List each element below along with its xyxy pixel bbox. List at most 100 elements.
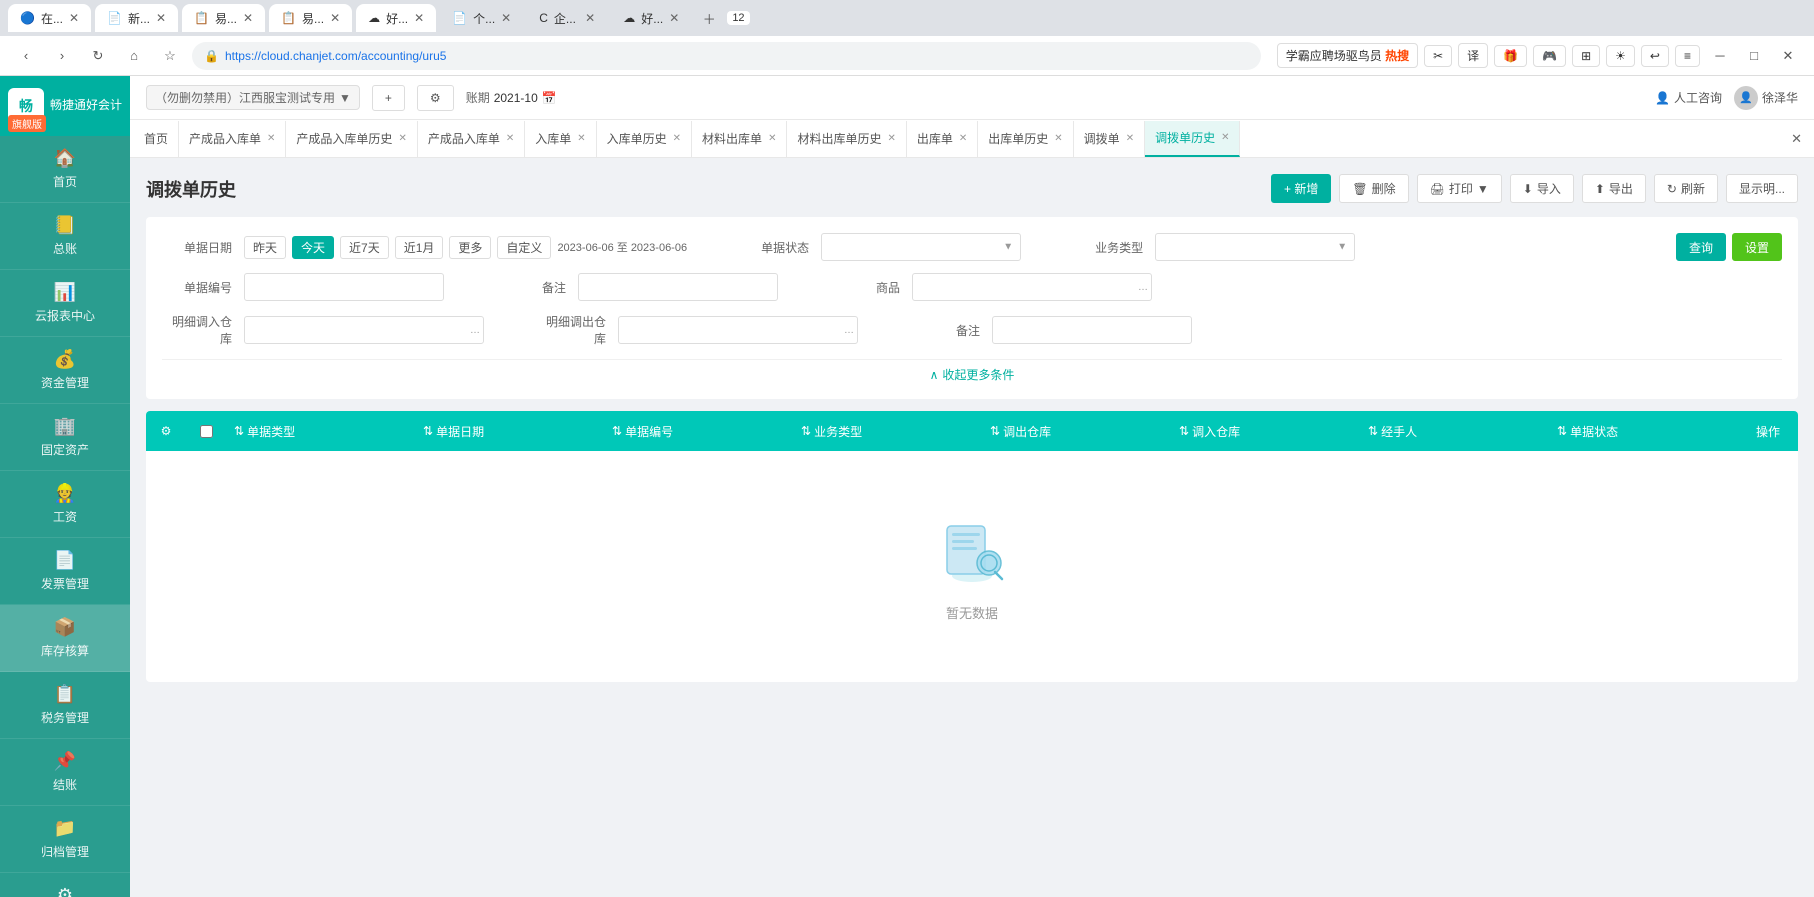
tab-close[interactable]: ✕ bbox=[501, 11, 511, 25]
browser-tab-2[interactable]: 📄 新... ✕ bbox=[95, 4, 178, 32]
grid-icon[interactable]: ⊞ bbox=[1572, 45, 1600, 67]
page-tab-9-close[interactable]: ✕ bbox=[1054, 133, 1062, 144]
page-tab-9[interactable]: 出库单历史 ✕ bbox=[978, 121, 1073, 157]
page-tab-4-close[interactable]: ✕ bbox=[577, 133, 585, 144]
tab-close[interactable]: ✕ bbox=[156, 11, 166, 25]
sidebar-item-archive[interactable]: 📁 归档管理 bbox=[0, 806, 130, 873]
detail-in-input[interactable] bbox=[244, 316, 484, 344]
tab-count-badge[interactable]: 12 bbox=[727, 11, 749, 25]
close-button[interactable]: ✕ bbox=[1774, 42, 1802, 70]
tab-close[interactable]: ✕ bbox=[330, 11, 340, 25]
import-button[interactable]: ⬇ 导入 bbox=[1510, 174, 1574, 203]
table-checkbox-all[interactable] bbox=[186, 425, 226, 438]
sidebar-item-ledger[interactable]: 📒 总账 bbox=[0, 203, 130, 270]
browser-tab-7[interactable]: C 企... ✕ bbox=[527, 4, 607, 32]
collapse-button[interactable]: ∧ 收起更多条件 bbox=[162, 359, 1782, 383]
yesterday-button[interactable]: 昨天 bbox=[244, 236, 286, 259]
page-tab-6[interactable]: 材料出库单 ✕ bbox=[692, 121, 787, 157]
browser-tab-5[interactable]: ☁ 好... ✕ bbox=[356, 4, 436, 32]
refresh-button[interactable]: ↻ bbox=[84, 42, 112, 70]
sidebar-item-invoice[interactable]: 📄 发票管理 bbox=[0, 538, 130, 605]
sidebar-item-home[interactable]: 🏠 首页 bbox=[0, 136, 130, 203]
forward-button[interactable]: › bbox=[48, 42, 76, 70]
biztype-select[interactable] bbox=[1155, 233, 1355, 261]
more-date-button[interactable]: 更多 bbox=[449, 236, 491, 259]
print-button[interactable]: 🖨 打印 ▼ bbox=[1417, 174, 1502, 203]
detail-in-more-icon[interactable]: … bbox=[470, 325, 480, 336]
display-fields-button[interactable]: 显示明... bbox=[1726, 174, 1798, 203]
goods-more-icon[interactable]: … bbox=[1138, 282, 1148, 293]
page-tab-8-close[interactable]: ✕ bbox=[959, 133, 967, 144]
table-settings-icon[interactable]: ⚙ bbox=[146, 424, 186, 438]
new-tab-button[interactable]: ＋ bbox=[695, 4, 723, 32]
custom-date-button[interactable]: 自定义 bbox=[497, 236, 551, 259]
page-tab-5-close[interactable]: ✕ bbox=[673, 133, 681, 144]
menu-icon[interactable]: ≡ bbox=[1675, 45, 1700, 67]
th-doc-no[interactable]: ⇅ 单据编号 bbox=[604, 423, 793, 440]
export-button[interactable]: ⬆ 导出 bbox=[1582, 174, 1646, 203]
filter-settings-button[interactable]: 设置 bbox=[1732, 233, 1782, 261]
sidebar-item-payroll[interactable]: 👷 工资 bbox=[0, 471, 130, 538]
page-tab-11[interactable]: 调拨单历史 ✕ bbox=[1145, 121, 1240, 157]
scissors-icon[interactable]: ✂ bbox=[1424, 45, 1452, 67]
th-doc-type[interactable]: ⇅ 单据类型 bbox=[226, 423, 415, 440]
undo-icon[interactable]: ↩ bbox=[1641, 45, 1669, 67]
docno-input[interactable] bbox=[244, 273, 444, 301]
brightness-icon[interactable]: ☀ bbox=[1606, 45, 1635, 67]
tab-close[interactable]: ✕ bbox=[669, 11, 679, 25]
page-tab-7[interactable]: 材料出库单历史 ✕ bbox=[787, 121, 906, 157]
service-button[interactable]: 👤 人工咨询 bbox=[1655, 89, 1722, 106]
sidebar-item-inventory[interactable]: 📦 库存核算 bbox=[0, 605, 130, 672]
ext-icon-2[interactable]: 🎮 bbox=[1533, 45, 1566, 67]
page-tab-4[interactable]: 入库单 ✕ bbox=[525, 121, 596, 157]
address-bar[interactable]: 🔒 https://cloud.chanjet.com/accounting/u… bbox=[192, 42, 1261, 70]
bookmark-button[interactable]: ☆ bbox=[156, 42, 184, 70]
minimize-button[interactable]: ─ bbox=[1706, 42, 1734, 70]
maximize-button[interactable]: □ bbox=[1740, 42, 1768, 70]
browser-tab-6[interactable]: 📄 个... ✕ bbox=[440, 4, 523, 32]
page-tab-5[interactable]: 入库单历史 ✕ bbox=[597, 121, 692, 157]
sidebar-item-assets[interactable]: 🏢 固定资产 bbox=[0, 404, 130, 471]
sidebar-item-tax[interactable]: 📋 税务管理 bbox=[0, 672, 130, 739]
sidebar-item-settings[interactable]: ⚙ 基础设置 bbox=[0, 873, 130, 897]
tab-close[interactable]: ✕ bbox=[69, 11, 79, 25]
org-selector[interactable]: （勿删勿禁用）江西服宝测试专用 ▼ bbox=[146, 85, 360, 110]
page-tab-home[interactable]: 首页 bbox=[134, 121, 179, 157]
home-button[interactable]: ⌂ bbox=[120, 42, 148, 70]
back-button[interactable]: ‹ bbox=[12, 42, 40, 70]
page-tab-3[interactable]: 产成品入库单 ✕ bbox=[418, 121, 525, 157]
th-doc-status[interactable]: ⇅ 单据状态 bbox=[1549, 423, 1738, 440]
translate-icon[interactable]: 译 bbox=[1458, 43, 1488, 68]
select-all-checkbox[interactable] bbox=[200, 425, 213, 438]
user-avatar[interactable]: 👤 徐泽华 bbox=[1734, 86, 1798, 110]
page-tab-10-close[interactable]: ✕ bbox=[1126, 133, 1134, 144]
browser-tab-1[interactable]: 🔵 在... ✕ bbox=[8, 4, 91, 32]
page-tab-1-close[interactable]: ✕ bbox=[267, 133, 275, 144]
add-org-button[interactable]: + bbox=[372, 85, 405, 111]
goods-input[interactable] bbox=[912, 273, 1152, 301]
detail-remark-input[interactable] bbox=[992, 316, 1192, 344]
search-bar[interactable]: 学霸应聘场驱鸟员 热搜 bbox=[1277, 43, 1418, 68]
page-tab-3-close[interactable]: ✕ bbox=[506, 133, 514, 144]
ext-icon-1[interactable]: 🎁 bbox=[1494, 45, 1527, 67]
th-doc-date[interactable]: ⇅ 单据日期 bbox=[415, 423, 604, 440]
detail-out-more-icon[interactable]: … bbox=[844, 325, 854, 336]
status-select[interactable] bbox=[821, 233, 1021, 261]
query-button[interactable]: 查询 bbox=[1676, 233, 1726, 261]
delete-button[interactable]: 🗑 删除 bbox=[1339, 174, 1408, 203]
calendar-icon[interactable]: 📅 bbox=[542, 91, 557, 105]
page-tab-6-close[interactable]: ✕ bbox=[768, 133, 776, 144]
page-tab-8[interactable]: 出库单 ✕ bbox=[907, 121, 978, 157]
add-button[interactable]: + 新增 bbox=[1271, 174, 1331, 203]
7days-button[interactable]: 近7天 bbox=[340, 236, 389, 259]
remark-input[interactable] bbox=[578, 273, 778, 301]
tab-close[interactable]: ✕ bbox=[243, 11, 253, 25]
tab-close[interactable]: ✕ bbox=[585, 11, 595, 25]
th-out-warehouse[interactable]: ⇅ 调出仓库 bbox=[982, 423, 1171, 440]
refresh-button[interactable]: ↻ 刷新 bbox=[1654, 174, 1718, 203]
page-tab-10[interactable]: 调拨单 ✕ bbox=[1074, 121, 1145, 157]
page-tab-2-close[interactable]: ✕ bbox=[398, 133, 406, 144]
page-tab-2[interactable]: 产成品入库单历史 ✕ bbox=[286, 121, 417, 157]
today-button[interactable]: 今天 bbox=[292, 236, 334, 259]
browser-tab-8[interactable]: ☁ 好... ✕ bbox=[611, 4, 691, 32]
